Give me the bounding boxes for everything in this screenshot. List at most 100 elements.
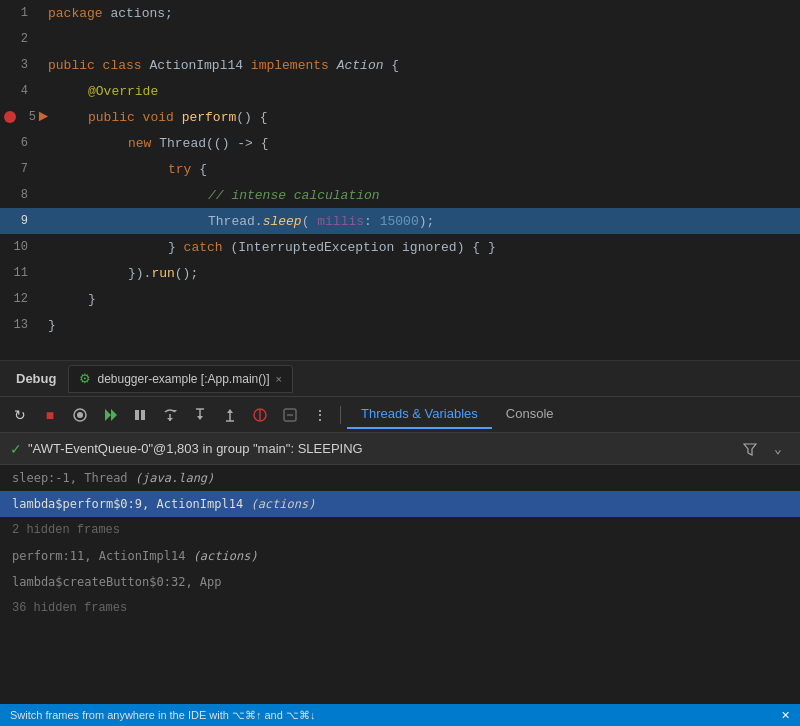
thread-actions: ⌄ [738,437,790,461]
code-line-13: 13 } [0,312,800,338]
line-num-13: 13 [0,318,40,332]
step-over-icon [162,407,178,423]
view-tabs: Threads & Variables Console [347,400,568,429]
line-num-10: 10 [0,240,40,254]
step-over-button[interactable] [156,401,184,429]
frame-text-create-button: lambda$createButton$0:32, App [12,575,222,589]
line-num-8: 8 [0,188,40,202]
debug-tabs-bar: Debug ⚙ debugger-example [:App.main()] × [0,361,800,397]
debug-toolbar: ↻ ■ [0,397,800,433]
mute-breakpoints-icon [72,407,88,423]
code-line-10: 10 } catch (InterruptedException ignored… [0,234,800,260]
svg-marker-3 [111,409,117,421]
code-line-3: 3 public class ActionImpl14 implements A… [0,52,800,78]
frames-list: sleep:-1, Thread (java.lang) lambda$perf… [0,465,800,704]
line-content-7: try { [40,162,207,177]
line-content-8: // intense calculation [40,188,380,203]
line-content-10: } catch (InterruptedException ignored) {… [40,240,496,255]
thread-check-icon: ✓ [10,441,22,457]
frame-text-sleep: sleep:-1, Thread (java.lang) [12,471,214,485]
svg-marker-8 [167,418,173,421]
frame-item-perform[interactable]: perform:11, ActionImpl14 (actions) [0,543,800,569]
frame-item-hidden-36[interactable]: 36 hidden frames [0,595,800,621]
frame-item-sleep[interactable]: sleep:-1, Thread (java.lang) [0,465,800,491]
status-bar: Switch frames from anywhere in the IDE w… [0,704,800,726]
frame-item-hidden-2[interactable]: 2 hidden frames [0,517,800,543]
line-num-4: 4 [0,84,40,98]
pause-icon [133,408,147,422]
breakpoint-dot [4,111,16,123]
svg-marker-19 [744,444,756,455]
code-editor: 1 package actions; 2 3 public class Acti… [0,0,800,360]
stop-button[interactable]: ■ [36,401,64,429]
line-content-2 [40,32,56,47]
line-content-9: Thread.sleep( millis: 15000); [40,214,434,229]
code-line-8: 8 // intense calculation [0,182,800,208]
thread-info: ✓ "AWT-EventQueue-0"@1,803 in group "mai… [10,441,363,457]
step-out-icon [222,407,238,423]
code-line-7: 7 try { [0,156,800,182]
hidden-frames-label-2: 2 hidden frames [12,523,120,537]
line-content-1: package actions; [40,6,173,21]
debug-label[interactable]: Debug [8,371,64,386]
step-out-button[interactable] [216,401,244,429]
filter-button[interactable] [738,437,762,461]
frame-text-lambda: lambda$perform$0:9, ActionImpl14 (action… [12,497,315,511]
line-content-4: @Override [40,84,158,99]
line-content-11: }).run(); [40,266,198,281]
frame-item-lambda-perform[interactable]: lambda$perform$0:9, ActionImpl14 (action… [0,491,800,517]
close-icon[interactable]: × [276,373,282,385]
session-tab-label: debugger-example [:App.main()] [97,372,269,386]
step-into-button[interactable] [186,401,214,429]
svg-marker-10 [197,416,203,420]
svg-marker-2 [105,409,111,421]
line-num-2: 2 [0,32,40,46]
line-num-12: 12 [0,292,40,306]
filter-icon [743,442,757,456]
line-content-6: new Thread(() -> { [40,136,268,151]
resume-button[interactable] [96,401,124,429]
run-to-cursor-button[interactable] [246,401,274,429]
code-line-1: 1 package actions; [0,0,800,26]
mute-breakpoints-button[interactable] [66,401,94,429]
toolbar-separator [340,406,341,424]
code-line-6: 6 new Thread(() -> { [0,130,800,156]
line-num-9: 9 [0,214,40,228]
debug-arrow: ► [38,108,48,126]
code-line-9: 9 Thread.sleep( millis: 15000); [0,208,800,234]
code-line-4: 4 @Override [0,78,800,104]
expand-button[interactable]: ⌄ [766,437,790,461]
line-content-13: } [40,318,56,333]
more-button[interactable]: ⋮ [306,401,334,429]
svg-rect-5 [141,410,145,420]
pause-button[interactable] [126,401,154,429]
thread-status: "AWT-EventQueue-0"@1,803 in group "main"… [28,441,363,456]
svg-rect-4 [135,410,139,420]
code-lines: 1 package actions; 2 3 public class Acti… [0,0,800,360]
debug-icon: ⚙ [79,371,91,386]
shortcut-hint: Switch frames from anywhere in the IDE w… [10,709,315,722]
debug-panel: Debug ⚙ debugger-example [:App.main()] ×… [0,360,800,726]
svg-marker-13 [227,409,233,413]
line-num-3: 3 [0,58,40,72]
code-line-12: 12 } [0,286,800,312]
rerun-button[interactable]: ↻ [6,401,34,429]
code-line-11: 11 }).run(); [0,260,800,286]
line-content-5: public void perform() { [40,110,267,125]
line-content-12: } [40,292,96,307]
evaluate-button[interactable] [276,401,304,429]
svg-point-1 [77,412,83,418]
hidden-frames-label-36: 36 hidden frames [12,601,127,615]
close-status-icon[interactable]: ✕ [781,709,790,722]
tab-threads-variables[interactable]: Threads & Variables [347,400,492,429]
tab-console[interactable]: Console [492,400,568,429]
line-num-1: 1 [0,6,40,20]
evaluate-icon [282,407,298,423]
thread-bar: ✓ "AWT-EventQueue-0"@1,803 in group "mai… [0,433,800,465]
debug-session-tab[interactable]: ⚙ debugger-example [:App.main()] × [68,365,293,393]
run-to-cursor-icon [252,407,268,423]
line-num-7: 7 [0,162,40,176]
step-into-icon [192,407,208,423]
line-num-6: 6 [0,136,40,150]
frame-item-create-button[interactable]: lambda$createButton$0:32, App [0,569,800,595]
